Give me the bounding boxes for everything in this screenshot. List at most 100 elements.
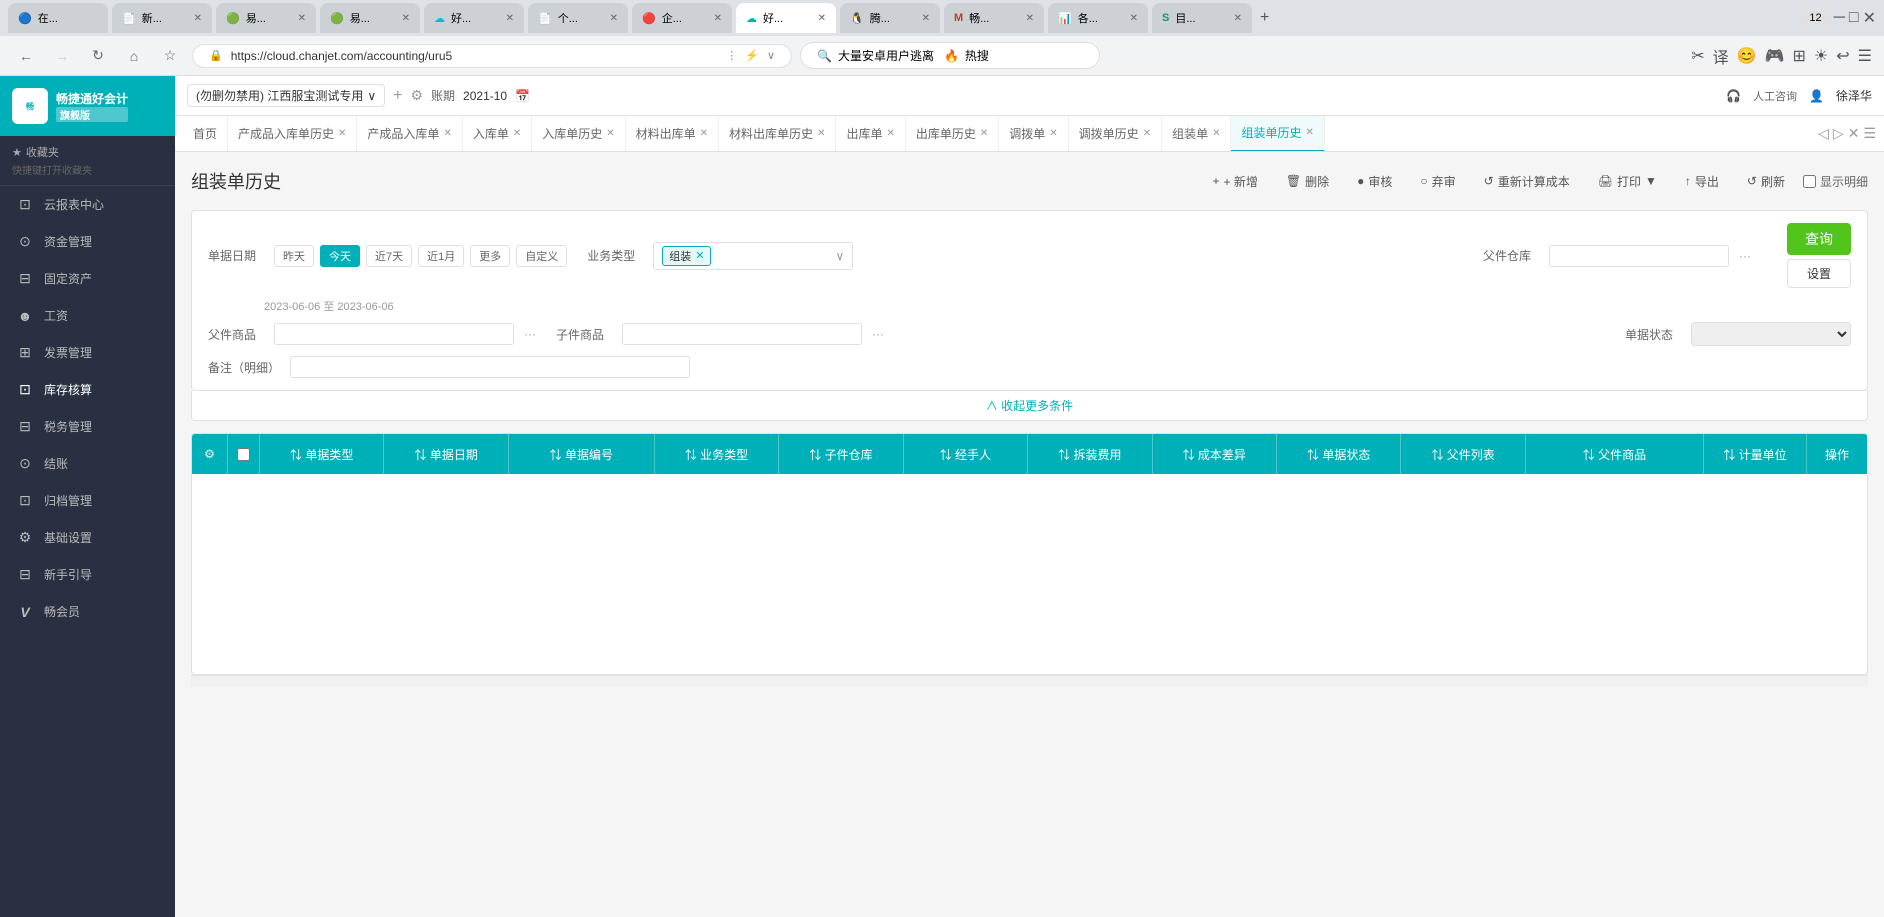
tab-outbound-history[interactable]: 出库单历史 ✕ bbox=[906, 116, 999, 152]
th-parent-goods[interactable]: ⇅ 父件商品 bbox=[1526, 434, 1704, 474]
browser-tab-3[interactable]: 🟢 易... ✕ bbox=[216, 3, 316, 33]
add-company-btn[interactable]: + bbox=[393, 87, 402, 105]
th-type[interactable]: ⇅ 单据类型 bbox=[260, 434, 384, 474]
show-details-input[interactable] bbox=[1803, 175, 1816, 188]
tab-close-icon[interactable]: ✕ bbox=[443, 128, 451, 139]
select-all-checkbox[interactable] bbox=[237, 448, 250, 461]
company-settings-btn[interactable]: ⚙ bbox=[410, 87, 423, 104]
browser-tab-8[interactable]: ☁ 好... ✕ bbox=[736, 3, 836, 33]
th-disassemble[interactable]: ⇅ 拆装费用 bbox=[1028, 434, 1152, 474]
sidebar-item-tax[interactable]: ⊟ 税务管理 bbox=[0, 408, 175, 445]
new-tab-button[interactable]: + bbox=[1260, 9, 1269, 27]
th-checkbox[interactable] bbox=[228, 434, 260, 474]
date-1month-btn[interactable]: 近1月 bbox=[418, 245, 464, 267]
tab-production-history[interactable]: 产成品入库单历史 ✕ bbox=[228, 116, 357, 152]
service-label[interactable]: 人工咨询 bbox=[1753, 88, 1797, 104]
th-handler[interactable]: ⇅ 经手人 bbox=[904, 434, 1028, 474]
sidebar-item-invoice[interactable]: ⊞ 发票管理 bbox=[0, 334, 175, 371]
export-button[interactable]: ↑ 导出 bbox=[1675, 169, 1729, 194]
browser-tab-4[interactable]: 🟢 易... ✕ bbox=[320, 3, 420, 33]
date-custom-btn[interactable]: 自定义 bbox=[516, 245, 567, 267]
parent-warehouse-more[interactable]: ··· bbox=[1739, 249, 1751, 263]
remarks-input[interactable] bbox=[290, 356, 690, 378]
th-unit[interactable]: ⇅ 计量单位 bbox=[1704, 434, 1807, 474]
date-today-btn[interactable]: 今天 bbox=[320, 245, 360, 267]
search-bar[interactable]: 🔍 大量安卓用户逃离 🔥 热搜 bbox=[800, 42, 1100, 69]
home-button[interactable]: ⌂ bbox=[120, 42, 148, 70]
sidebar-item-fund[interactable]: ⊙ 资金管理 bbox=[0, 223, 175, 260]
set-button[interactable]: 设置 bbox=[1787, 259, 1851, 288]
address-bar[interactable]: 🔒 https://cloud.chanjet.com/accounting/u… bbox=[192, 44, 792, 68]
scissors-icon[interactable]: ✂ bbox=[1691, 46, 1704, 66]
th-warehouse[interactable]: ⇅ 子件仓库 bbox=[779, 434, 903, 474]
recalc-button[interactable]: ↺ 重新计算成本 bbox=[1474, 169, 1580, 194]
tab-close-icon[interactable]: ✕ bbox=[1212, 128, 1220, 139]
print-button[interactable]: 🖨 打印 ▼ bbox=[1588, 169, 1667, 194]
browser-tab-5[interactable]: ☁ 好... ✕ bbox=[424, 3, 524, 33]
close-all-btn[interactable]: ✕ bbox=[1848, 125, 1860, 142]
sidebar-item-vip[interactable]: V 畅会员 bbox=[0, 593, 175, 630]
tab-close-icon[interactable]: ✕ bbox=[1143, 128, 1151, 139]
refresh-button[interactable]: ↺ 刷新 bbox=[1737, 169, 1795, 194]
maximize-btn[interactable]: □ bbox=[1849, 9, 1859, 27]
tab-assembly-history[interactable]: 组装单历史 ✕ bbox=[1231, 116, 1324, 152]
bookmark-button[interactable]: ☆ bbox=[156, 42, 184, 70]
tab-close-icon[interactable]: ✕ bbox=[338, 128, 346, 139]
browser-tab-11[interactable]: 📊 各... ✕ bbox=[1048, 3, 1148, 33]
parent-goods-more-btn[interactable]: ··· bbox=[524, 327, 536, 341]
company-selector[interactable]: (勿删勿禁用) 江西服宝测试专用 ∨ bbox=[187, 84, 385, 107]
browser-tab-7[interactable]: 🔴 企... ✕ bbox=[632, 3, 732, 33]
prev-tab-btn[interactable]: ◁ bbox=[1818, 125, 1829, 142]
horizontal-scrollbar[interactable] bbox=[191, 675, 1868, 687]
show-details-checkbox[interactable]: 显示明细 bbox=[1803, 173, 1868, 190]
browser-tab-9[interactable]: 🐧 腾... ✕ bbox=[840, 3, 940, 33]
sidebar-item-fixed-assets[interactable]: ⊟ 固定资产 bbox=[0, 260, 175, 297]
tab-close-icon[interactable]: ✕ bbox=[817, 128, 825, 139]
audit-button[interactable]: ● 审核 bbox=[1347, 169, 1402, 194]
tab-transfer[interactable]: 调拨单 ✕ bbox=[999, 116, 1068, 152]
sidebar-item-closing[interactable]: ⊙ 结账 bbox=[0, 445, 175, 482]
tab-close-icon[interactable]: ✕ bbox=[886, 128, 894, 139]
close-btn[interactable]: ✕ bbox=[1863, 8, 1876, 28]
query-button[interactable]: 查询 bbox=[1787, 223, 1851, 255]
browser-tab-2[interactable]: 📄 新... ✕ bbox=[112, 3, 212, 33]
tab-home[interactable]: 首页 bbox=[183, 116, 228, 152]
tab-close-icon[interactable]: ✕ bbox=[700, 128, 708, 139]
menu-icon[interactable]: ☰ bbox=[1858, 46, 1872, 66]
print-dropdown-icon[interactable]: ▼ bbox=[1645, 174, 1657, 188]
tab-close-icon[interactable]: ✕ bbox=[513, 128, 521, 139]
sidebar-item-settings[interactable]: ⚙ 基础设置 bbox=[0, 519, 175, 556]
add-button[interactable]: + + 新增 bbox=[1203, 169, 1268, 194]
emoji-icon[interactable]: 😊 bbox=[1737, 46, 1757, 66]
status-select[interactable]: 已审核 未审核 bbox=[1691, 322, 1851, 346]
back-button[interactable]: ← bbox=[12, 42, 40, 70]
tab-transfer-history[interactable]: 调拨单历史 ✕ bbox=[1069, 116, 1162, 152]
th-cost-diff[interactable]: ⇅ 成本差异 bbox=[1153, 434, 1277, 474]
child-goods-input[interactable] bbox=[622, 323, 862, 345]
tab-inbound-history[interactable]: 入库单历史 ✕ bbox=[532, 116, 625, 152]
abandon-button[interactable]: ○ 弃审 bbox=[1410, 169, 1465, 194]
undo-icon[interactable]: ↩ bbox=[1836, 46, 1849, 66]
sidebar-item-inventory[interactable]: ⊡ 库存核算 bbox=[0, 371, 175, 408]
browser-tab-10[interactable]: M 畅... ✕ bbox=[944, 3, 1044, 33]
th-no[interactable]: ⇅ 单据编号 bbox=[509, 434, 655, 474]
delete-button[interactable]: 🗑 删除 bbox=[1276, 169, 1339, 194]
tab-close-icon[interactable]: ✕ bbox=[1306, 127, 1314, 138]
translate-icon[interactable]: 译 bbox=[1713, 44, 1729, 68]
biz-dropdown-btn[interactable]: ∨ bbox=[835, 249, 844, 263]
th-settings[interactable]: ⚙ bbox=[192, 434, 228, 474]
tab-close-icon[interactable]: ✕ bbox=[1049, 128, 1057, 139]
th-biz[interactable]: ⇅ 业务类型 bbox=[655, 434, 779, 474]
next-tab-btn[interactable]: ▷ bbox=[1833, 125, 1844, 142]
reload-button[interactable]: ↻ bbox=[84, 42, 112, 70]
browser-tab-6[interactable]: 📄 个... ✕ bbox=[528, 3, 628, 33]
collapse-bar[interactable]: ∧ 收起更多条件 bbox=[191, 391, 1868, 421]
th-parent-list[interactable]: ⇅ 父件列表 bbox=[1401, 434, 1525, 474]
browser-tab-12[interactable]: S 目... ✕ bbox=[1152, 3, 1252, 33]
date-more-btn[interactable]: 更多 bbox=[470, 245, 510, 267]
th-status[interactable]: ⇅ 单据状态 bbox=[1277, 434, 1401, 474]
forward-button[interactable]: → bbox=[48, 42, 76, 70]
sidebar-item-guide[interactable]: ⊟ 新手引导 bbox=[0, 556, 175, 593]
tab-outbound[interactable]: 出库单 ✕ bbox=[836, 116, 905, 152]
sidebar-item-cloud-reports[interactable]: ⊡ 云报表中心 bbox=[0, 186, 175, 223]
